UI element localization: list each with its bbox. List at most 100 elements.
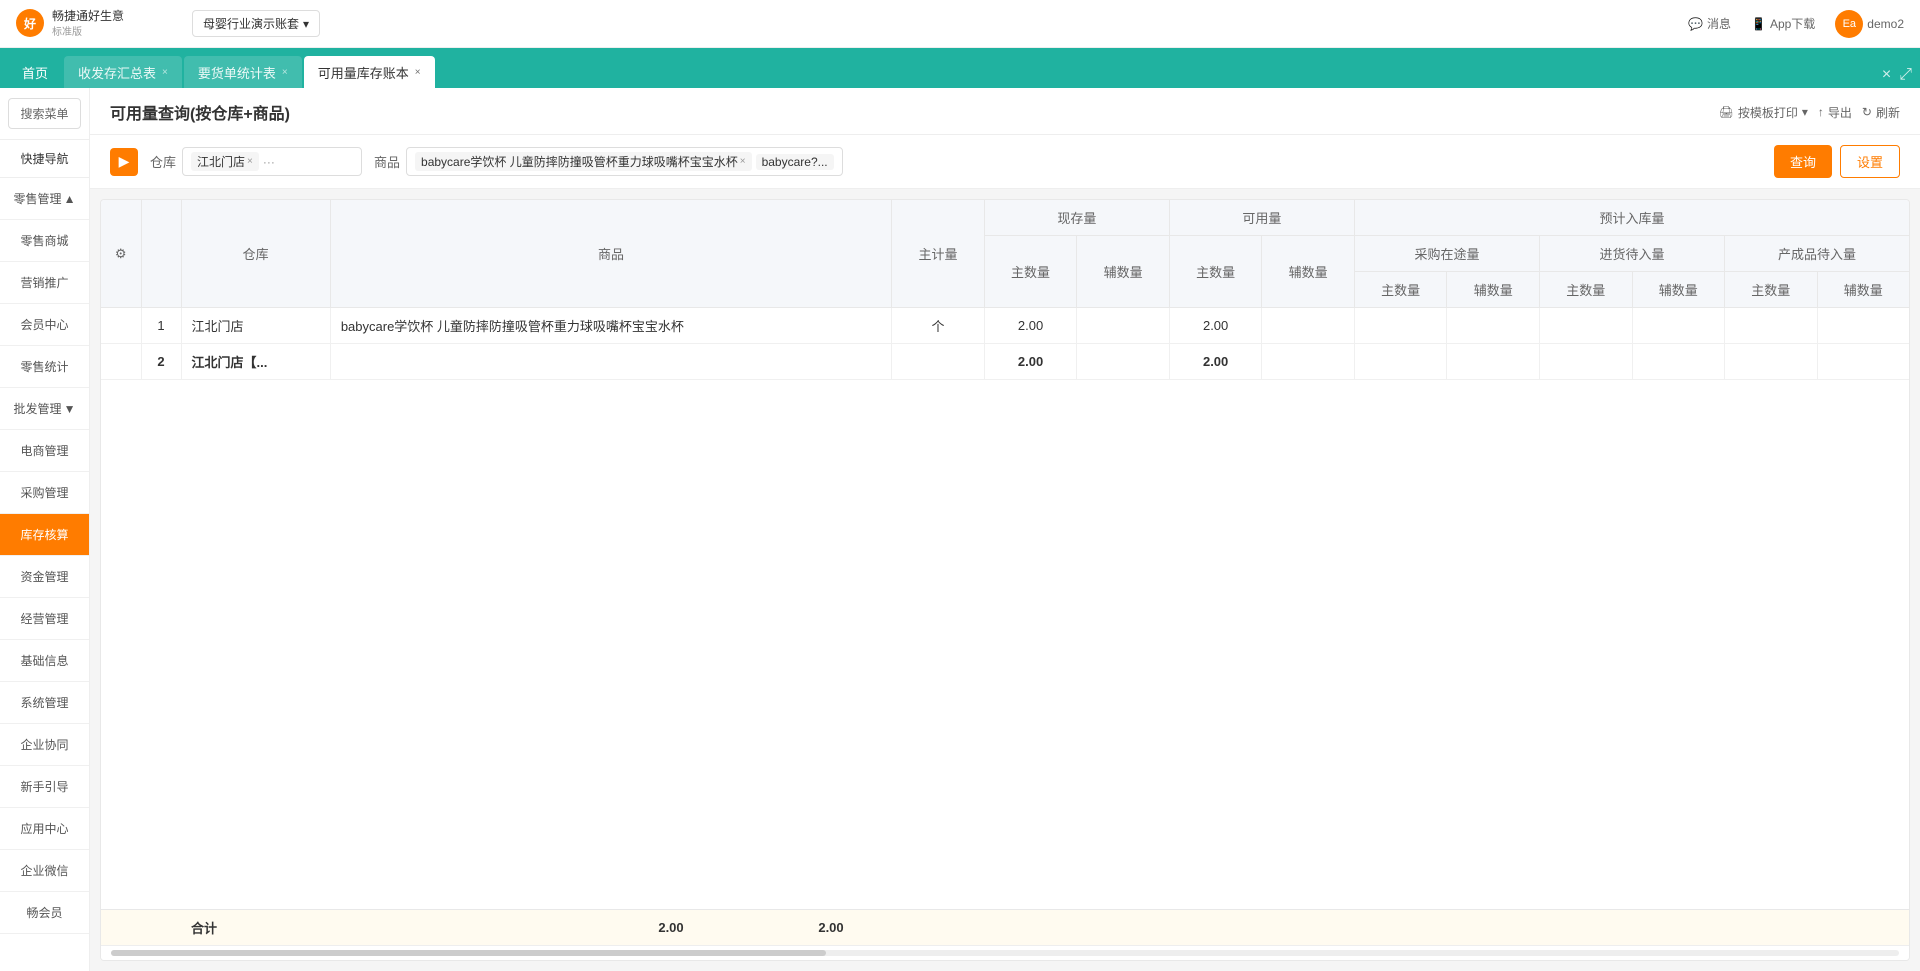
th-planned-g: 预计入库量 [1354, 200, 1909, 236]
td-curr-aux [1077, 308, 1170, 344]
warehouse-tag: 江北门店 × [191, 152, 259, 171]
chevron-icon: ▲ [64, 192, 76, 206]
td-gear-2 [101, 344, 141, 380]
export-btn[interactable]: ↑ 导出 [1818, 104, 1852, 121]
expand-icon[interactable]: ⤢ [1899, 66, 1912, 84]
td-pw-main [1354, 308, 1447, 344]
sidebar-item-basic-info[interactable]: 基础信息 [0, 640, 89, 682]
td-pp-aux-2 [1817, 344, 1909, 380]
logo-text: 畅捷通好生意 [52, 9, 124, 23]
th-cs-main-2: 主数量 [984, 236, 1077, 308]
td-in-aux-2 [1632, 344, 1725, 380]
td-pw-main-2 [1354, 344, 1447, 380]
th-pw-aux-3: 辅数量 [1447, 272, 1540, 308]
content-area: 可用量查询(按仓库+商品) 🖨 按模板打印 ▾ ↑ 导出 ↻ 刷新 [90, 88, 1920, 971]
sidebar-item-enterprise-wechat[interactable]: 企业微信 [0, 850, 89, 892]
th-av-g: 可用量 [1169, 200, 1354, 236]
td-product: babycare学饮杯 儿童防摔防撞吸管杯重力球吸嘴杯宝宝水杯 [330, 308, 891, 344]
tab-home[interactable]: 首页 [8, 56, 62, 88]
scroll-thumb[interactable] [111, 950, 826, 956]
export-icon: ↑ [1818, 105, 1824, 119]
th-pp-main-3: 主数量 [1725, 272, 1818, 308]
chevron-down-icon: ▾ [303, 17, 309, 31]
industry-select[interactable]: 母婴行业演示账套 ▾ [192, 10, 320, 37]
close-all-icon[interactable]: × [1882, 66, 1891, 84]
sidebar-item-wholesale-mgmt[interactable]: 批发管理 ▼ [0, 388, 89, 430]
th-pw-g: 采购在途量 [1354, 236, 1539, 272]
tab-available-stock[interactable]: 可用量库存账本 × [304, 56, 435, 88]
search-menu-btn[interactable]: 搜索菜单 [8, 98, 81, 129]
td-avail-aux-2 [1262, 344, 1355, 380]
page-title-row: 可用量查询(按仓库+商品) 🖨 按模板打印 ▾ ↑ 导出 ↻ 刷新 [110, 100, 1900, 134]
remove-product-tag-1[interactable]: × [740, 156, 746, 167]
query-button[interactable]: 查询 [1774, 145, 1832, 178]
sidebar-item-purchase-mgmt[interactable]: 采购管理 [0, 472, 89, 514]
close-tab-receive[interactable]: × [162, 67, 168, 78]
td-curr-aux-2 [1077, 344, 1170, 380]
product-filter-group: 商品 babycare学饮杯 儿童防摔防撞吸管杯重力球吸嘴杯宝宝水杯 × bab… [374, 147, 843, 176]
th-in-g: 进货待入量 [1539, 236, 1724, 272]
tab-order-stats[interactable]: 要货单统计表 × [184, 56, 302, 88]
filter-bar: ▶ 仓库 江北门店 × ··· 商品 babycare学饮杯 儿童防摔防撞吸管杯… [90, 135, 1920, 189]
td-unit: 个 [892, 308, 985, 344]
quick-nav-btn[interactable]: 快捷导航 [0, 140, 89, 178]
td-in-main-2 [1539, 344, 1632, 380]
td-num-2: 2 [141, 344, 181, 380]
sidebar-item-member[interactable]: 畅会员 [0, 892, 89, 934]
sidebar-item-marketing[interactable]: 营销推广 [0, 262, 89, 304]
product-tag-2: babycare?... [756, 154, 834, 170]
th-num-g [141, 200, 181, 308]
sidebar-item-retail-mgmt[interactable]: 零售管理 ▲ [0, 178, 89, 220]
th-in-aux-3: 辅数量 [1632, 272, 1725, 308]
tab-bar-actions: × ⤢ [1882, 66, 1912, 88]
sidebar-item-operations-mgmt[interactable]: 经营管理 [0, 598, 89, 640]
td-in-aux [1632, 308, 1725, 344]
th-av-main-2: 主数量 [1169, 236, 1262, 308]
th-av-aux-2: 辅数量 [1262, 236, 1355, 308]
td-pw-aux [1447, 308, 1540, 344]
chevron-icon-2: ▼ [64, 402, 76, 416]
close-tab-available-stock[interactable]: × [415, 67, 421, 78]
tab-bar: 首页 收发存汇总表 × 要货单统计表 × 可用量库存账本 × × ⤢ [0, 48, 1920, 88]
main-layout: 搜索菜单 快捷导航 零售管理 ▲ 零售商城 营销推广 会员中心 零售统计 批发管… [0, 88, 1920, 971]
td-pp-main [1725, 308, 1818, 344]
td-warehouse-2: 江北门店【... [181, 344, 330, 380]
user-profile[interactable]: Ea demo2 [1835, 10, 1904, 38]
sidebar-item-system-mgmt[interactable]: 系统管理 [0, 682, 89, 724]
chevron-down-icon-print: ▾ [1802, 105, 1808, 119]
sidebar-item-member-center[interactable]: 会员中心 [0, 304, 89, 346]
td-pp-aux [1817, 308, 1909, 344]
sidebar-item-enterprise-collab[interactable]: 企业协同 [0, 724, 89, 766]
refresh-btn[interactable]: ↻ 刷新 [1862, 104, 1900, 121]
sidebar-item-ecommerce-mgmt[interactable]: 电商管理 [0, 430, 89, 472]
print-btn[interactable]: 🖨 按模板打印 ▾ [1719, 104, 1808, 121]
settings-button[interactable]: 设置 [1840, 145, 1900, 178]
td-curr-main-2: 2.00 [984, 344, 1077, 380]
message-icon: 💬 [1688, 17, 1703, 31]
remove-warehouse-tag[interactable]: × [247, 156, 253, 167]
sidebar-item-finance-mgmt[interactable]: 资金管理 [0, 556, 89, 598]
product-input[interactable]: babycare学饮杯 儿童防摔防撞吸管杯重力球吸嘴杯宝宝水杯 × babyca… [406, 147, 843, 176]
footer-curr-main: 2.00 [631, 920, 711, 935]
logo-icon: 好 [16, 9, 44, 37]
messages-btn[interactable]: 💬 消息 [1688, 15, 1731, 32]
sidebar-item-inventory-check[interactable]: 库存核算 [0, 514, 89, 556]
tab-receive-summary[interactable]: 收发存汇总表 × [64, 56, 182, 88]
sidebar: 搜索菜单 快捷导航 零售管理 ▲ 零售商城 营销推广 会员中心 零售统计 批发管… [0, 88, 90, 971]
top-bar-right: 💬 消息 📱 App下载 Ea demo2 [1688, 10, 1904, 38]
th-gear-g[interactable]: ⚙ [101, 200, 141, 308]
sidebar-item-app-center[interactable]: 应用中心 [0, 808, 89, 850]
table-container: ⚙ 仓库 商品 主计量 现存量 可用量 预计入库量 主数量 辅数量 主数量 辅数… [100, 199, 1910, 961]
close-tab-order-stats[interactable]: × [282, 67, 288, 78]
sidebar-item-retail-stats[interactable]: 零售统计 [0, 346, 89, 388]
sidebar-item-new-guide[interactable]: 新手引导 [0, 766, 89, 808]
td-avail-main-2: 2.00 [1169, 344, 1262, 380]
td-gear [101, 308, 141, 344]
table-row: 1 江北门店 babycare学饮杯 儿童防摔防撞吸管杯重力球吸嘴杯宝宝水杯 个… [101, 308, 1909, 344]
filter-toggle-btn[interactable]: ▶ [110, 148, 138, 176]
sidebar-item-retail-mall[interactable]: 零售商城 [0, 220, 89, 262]
avatar: Ea [1835, 10, 1863, 38]
warehouse-input[interactable]: 江北门店 × ··· [182, 147, 362, 176]
app-download-btn[interactable]: 📱 App下载 [1751, 15, 1815, 32]
td-num: 1 [141, 308, 181, 344]
